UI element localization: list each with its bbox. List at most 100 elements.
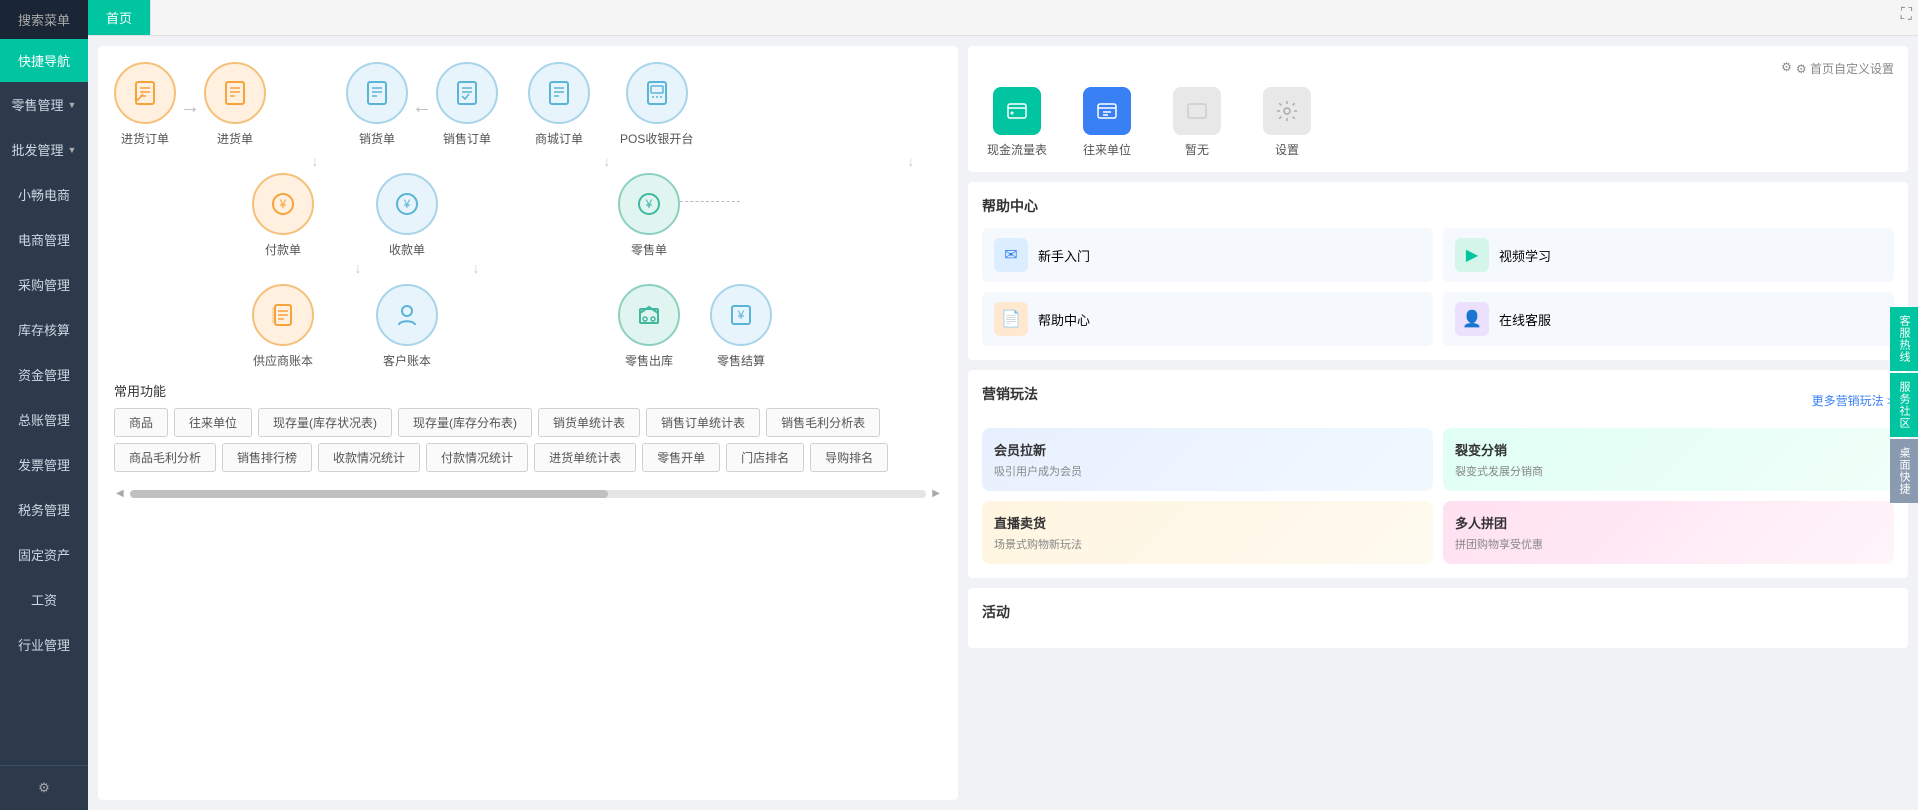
sidebar-item-ecommerce-small[interactable]: 小畅电商 [0,172,88,217]
node-retail-settlement[interactable]: ¥ 零售结算 [710,284,772,369]
node-retail-warehouse[interactable]: 零售出库 [618,284,680,369]
func-btn-receipt-stat[interactable]: 收款情况统计 [318,443,420,472]
retail-warehouse-icon [618,284,680,346]
tab-home[interactable]: 首页 [88,0,151,35]
node-sales-order[interactable]: 销售订单 [436,62,498,147]
marketing-more-link[interactable]: 更多营销玩法 > [1812,392,1894,409]
help-item-beginner[interactable]: ✉ 新手入门 [982,228,1433,282]
right-panel: ⚙ ⚙ 首页自定义设置 现金流量表 [968,46,1908,800]
quick-icon-settings[interactable]: 设置 [1252,87,1322,158]
supplier-account-icon [252,284,314,346]
node-payment[interactable]: ¥ 付款单 [252,173,314,258]
func-btn-retail-create[interactable]: 零售开单 [642,443,720,472]
sidebar-item-retail[interactable]: 零售管理 ▼ [0,82,88,127]
func-btn-goods-profit[interactable]: 商品毛利分析 [114,443,216,472]
settings-icon[interactable]: ⚙ [0,765,88,810]
float-btn-community[interactable]: 服务社区 [1890,373,1918,437]
marketing-item-fission[interactable]: 裂变分销 裂变式发展分销商 [1443,428,1894,491]
func-btn-store-rank[interactable]: 门店排名 [726,443,804,472]
scroll-left-btn[interactable]: ◀ [114,488,126,499]
member-title: 会员拉新 [994,440,1421,459]
marketing-item-member[interactable]: 会员拉新 吸引用户成为会员 [982,428,1433,491]
fission-desc: 裂变式发展分销商 [1455,463,1882,479]
help-item-helpcenter[interactable]: 📄 帮助中心 [982,292,1433,346]
member-desc: 吸引用户成为会员 [994,463,1421,479]
sidebar-item-label: 零售管理 [12,95,64,114]
sidebar-item-ecommerce-mgmt[interactable]: 电商管理 [0,217,88,262]
quick-icons-section: ⚙ ⚙ 首页自定义设置 现金流量表 [968,46,1908,172]
scroll-right-btn[interactable]: ▶ [930,488,942,499]
sidebar-item-quicknav[interactable]: 快捷导航 [0,39,88,82]
sidebar-search[interactable]: 搜索菜单 [0,0,88,39]
tab-bar: 首页 [88,0,1918,36]
arrow-1: → [180,96,200,119]
help-item-video[interactable]: ▶ 视频学习 [1443,228,1894,282]
marketing-grid: 会员拉新 吸引用户成为会员 裂变分销 裂变式发展分销商 直播卖货 场景式购物新玩… [982,428,1894,564]
func-btn-sales-order-stat[interactable]: 销售订单统计表 [646,408,760,437]
node-customer-account[interactable]: 客户账本 [376,284,438,369]
marketing-title: 营销玩法 [982,384,1038,404]
svg-text:¥: ¥ [737,308,745,322]
sidebar-item-tax[interactable]: 税务管理 [0,487,88,532]
help-item-customer-service[interactable]: 👤 在线客服 [1443,292,1894,346]
func-btn-inventory-dist[interactable]: 现存量(库存分布表) [398,408,532,437]
common-funcs-title: 常用功能 [114,381,942,400]
purchase-order-icon [114,62,176,124]
func-btn-goods[interactable]: 商品 [114,408,168,437]
node-supplier-account[interactable]: 供应商账本 [252,284,314,369]
quick-icon-partners[interactable]: 往来单位 [1072,87,1142,158]
func-btn-sales-stat[interactable]: 销货单统计表 [538,408,640,437]
settings-label: 设置 [1275,141,1299,158]
group-title: 多人拼团 [1455,513,1882,532]
customer-account-icon [376,284,438,346]
node-retail-order[interactable]: ¥ 零售单 [618,173,680,258]
cashflow-icon [993,87,1041,135]
v-arrow-pay: ↓ [327,260,389,284]
func-btn-purchase-stat[interactable]: 进货单统计表 [534,443,636,472]
node-sales-bill[interactable]: 销货单 [346,62,408,147]
float-btn-desktop[interactable]: 桌面快捷 [1890,439,1918,503]
help-grid: ✉ 新手入门 ▶ 视频学习 📄 帮助中心 👤 在线客服 [982,228,1894,346]
func-btn-sales-profit[interactable]: 销售毛利分析表 [766,408,880,437]
func-btn-inventory-status[interactable]: 现存量(库存状况表) [258,408,392,437]
customize-label: ⚙ 首页自定义设置 [1796,60,1894,77]
sidebar-item-industry[interactable]: 行业管理 [0,622,88,667]
common-funcs: 常用功能 商品 往来单位 现存量(库存状况表) 现存量(库存分布表) 销货单统计… [114,381,942,472]
sidebar-item-assets[interactable]: 固定资产 [0,532,88,577]
quick-icon-none[interactable]: 暂无 [1162,87,1232,158]
v-arrow-3: ↓ [880,153,942,169]
func-btn-partners[interactable]: 往来单位 [174,408,252,437]
marketing-item-group[interactable]: 多人拼团 拼团购物享受优惠 [1443,501,1894,564]
sidebar-item-finance[interactable]: 资金管理 [0,352,88,397]
node-receipt[interactable]: ¥ 收款单 [376,173,438,258]
marketing-item-live[interactable]: 直播卖货 场景式购物新玩法 [982,501,1433,564]
sidebar-item-wholesale[interactable]: 批发管理 ▼ [0,127,88,172]
sidebar-item-invoice[interactable]: 发票管理 [0,442,88,487]
sidebar-item-inventory[interactable]: 库存核算 [0,307,88,352]
sidebar-item-ledger[interactable]: 总账管理 [0,397,88,442]
pos-cashier-icon [626,62,688,124]
quick-icon-cashflow[interactable]: 现金流量表 [982,87,1052,158]
sidebar-item-salary[interactable]: 工资 [0,577,88,622]
node-pos-cashier[interactable]: POS收银开台 [620,62,693,147]
none-label: 暂无 [1185,141,1209,158]
sidebar-item-purchase[interactable]: 采购管理 [0,262,88,307]
float-btn-service[interactable]: 客服热线 [1890,307,1918,371]
func-btn-sales-rank[interactable]: 销售排行榜 [222,443,312,472]
customize-settings[interactable]: ⚙ ⚙ 首页自定义设置 [982,60,1894,77]
expand-icon[interactable]: ⛶ [1901,6,1912,24]
helpcenter-icon: 📄 [994,302,1028,336]
chevron-down-icon: ▼ [68,100,77,110]
func-btn-payment-stat[interactable]: 付款情况统计 [426,443,528,472]
arrow-2: ← [412,96,432,119]
group-desc: 拼团购物享受优惠 [1455,536,1882,552]
node-mall-order[interactable]: 商城订单 [528,62,590,147]
node-purchase-order[interactable]: 进货订单 [114,62,176,147]
func-btn-guide-rank[interactable]: 导购排名 [810,443,888,472]
node-purchase-bill[interactable]: 进货单 [204,62,266,147]
scroll-thumb [130,490,608,498]
cashflow-label: 现金流量表 [987,141,1047,158]
right-float-buttons: 客服热线 服务社区 桌面快捷 [1890,307,1918,503]
help-section: 帮助中心 ✉ 新手入门 ▶ 视频学习 📄 帮助中心 👤 [968,182,1908,360]
scroll-track[interactable] [130,490,927,498]
